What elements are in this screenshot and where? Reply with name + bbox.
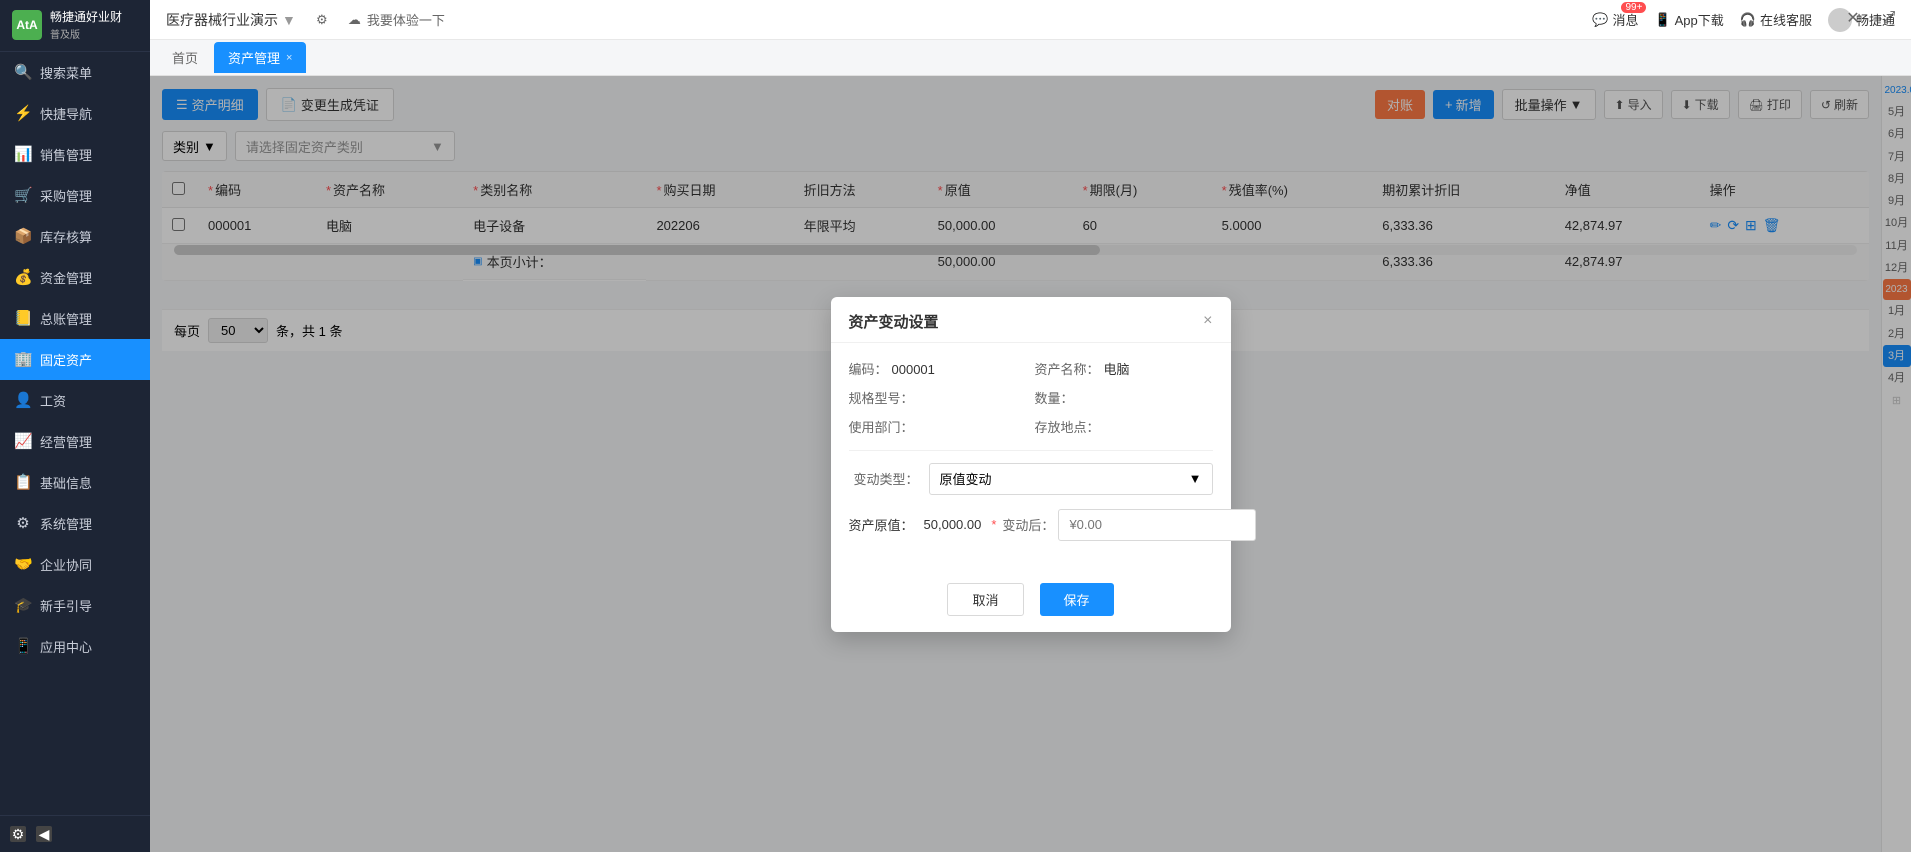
cancel-button[interactable]: 取消 bbox=[947, 583, 1023, 616]
content-area: ☰ 资产明细 📄 变更生成凭证 对账 + 新增 bbox=[150, 76, 1911, 852]
message-icon: 💬 bbox=[1592, 12, 1608, 28]
logo-title: 畅捷通好业财 bbox=[50, 10, 122, 26]
dialog-asset-name: 资产名称： 电脑 bbox=[1035, 359, 1213, 378]
dialog-close-button[interactable]: × bbox=[1203, 312, 1212, 330]
clipboard-icon: 📋 bbox=[14, 473, 32, 491]
sidebar-item-ledger[interactable]: 📒 总账管理 bbox=[0, 298, 150, 339]
sidebar-footer: ⚙ ◀ bbox=[0, 815, 150, 852]
app-logo: AtA 畅捷通好业财 普及版 bbox=[0, 0, 150, 52]
sidebar-item-app-center[interactable]: 📱 应用中心 bbox=[0, 626, 150, 667]
tab-home[interactable]: 首页 bbox=[158, 42, 212, 73]
sidebar-item-capital[interactable]: 💰 资金管理 bbox=[0, 257, 150, 298]
sidebar-item-system[interactable]: ⚙ 系统管理 bbox=[0, 503, 150, 544]
logo-icon: AtA bbox=[12, 10, 42, 40]
sidebar-item-inventory[interactable]: 📦 库存核算 bbox=[0, 216, 150, 257]
dialog-quantity: 数量： bbox=[1035, 388, 1213, 407]
sidebar: AtA 畅捷通好业财 普及版 🔍 搜索菜单 ⚡ 快捷导航 📊 销售管理 🛒 采购… bbox=[0, 0, 150, 852]
sidebar-item-basic-info[interactable]: 📋 基础信息 bbox=[0, 462, 150, 503]
change-type-field: 变动类型： 原值变动 ▼ bbox=[849, 463, 1213, 495]
collapse-button[interactable]: ◀ bbox=[36, 826, 52, 842]
sidebar-item-sales[interactable]: 📊 销售管理 bbox=[0, 134, 150, 175]
main-area: 医疗器械行业演示 ▼ ⚙ ☁ 我要体验一下 💬 消息 99+ 📱 App下载 bbox=[150, 0, 1911, 852]
change-type-select[interactable]: 原值变动 ▼ bbox=[929, 463, 1213, 495]
dialog-code: 编码： 000001 bbox=[849, 359, 1027, 378]
chart-icon: 📊 bbox=[14, 145, 32, 163]
close-button[interactable]: ✕ bbox=[1839, 4, 1867, 32]
dialog-location: 存放地点： bbox=[1035, 417, 1213, 436]
modal-overlay: 资产变动设置 × 编码： 000001 资产名称： 电脑 bbox=[150, 76, 1911, 852]
search-icon: 🔍 bbox=[14, 63, 32, 81]
app-icon: 📱 bbox=[14, 637, 32, 655]
dialog-body: 编码： 000001 资产名称： 电脑 规格型号： bbox=[831, 343, 1231, 573]
sidebar-item-quick-nav[interactable]: ⚡ 快捷导航 bbox=[0, 93, 150, 134]
dialog-department: 使用部门： bbox=[849, 417, 1027, 436]
dialog-divider bbox=[849, 450, 1213, 451]
dialog-footer: 取消 保存 bbox=[831, 573, 1231, 632]
box-icon: 📦 bbox=[14, 227, 32, 245]
experience-link[interactable]: ☁ 我要体验一下 bbox=[348, 10, 445, 29]
messages-button[interactable]: 💬 消息 99+ bbox=[1592, 10, 1638, 29]
service-icon: 🎧 bbox=[1740, 12, 1756, 28]
sidebar-item-salary[interactable]: 👤 工资 bbox=[0, 380, 150, 421]
book-icon: 📒 bbox=[14, 309, 32, 327]
person-icon: 👤 bbox=[14, 391, 32, 409]
ops-icon: 📈 bbox=[14, 432, 32, 450]
original-value-field: 资产原值： 50,000.00 * 变动后： bbox=[849, 509, 1213, 541]
money-icon: 💰 bbox=[14, 268, 32, 286]
building-icon: 🏢 bbox=[14, 350, 32, 368]
online-service-button[interactable]: 🎧 在线客服 bbox=[1740, 10, 1812, 29]
guide-icon: 🎓 bbox=[14, 596, 32, 614]
sidebar-nav: 🔍 搜索菜单 ⚡ 快捷导航 📊 销售管理 🛒 采购管理 📦 库存核算 💰 bbox=[0, 52, 150, 815]
cloud-icon: ☁ bbox=[348, 12, 361, 28]
maximize-button[interactable]: ⤢ bbox=[1875, 4, 1903, 32]
dialog-title: 资产变动设置 bbox=[849, 311, 939, 332]
logo-sub: 普及版 bbox=[50, 26, 122, 41]
window-controls: ✕ ⤢ bbox=[1831, 0, 1911, 36]
chevron-down-icon: ▼ bbox=[1189, 471, 1202, 486]
sidebar-item-enterprise[interactable]: 🤝 企业协同 bbox=[0, 544, 150, 585]
sidebar-item-fixed-assets[interactable]: 🏢 固定资产 bbox=[0, 339, 150, 380]
message-count: 99+ bbox=[1621, 2, 1646, 13]
save-button[interactable]: 保存 bbox=[1040, 583, 1114, 616]
required-marker: * bbox=[991, 517, 996, 532]
app-download-button[interactable]: 📱 App下载 bbox=[1654, 10, 1723, 29]
topbar: 医疗器械行业演示 ▼ ⚙ ☁ 我要体验一下 💬 消息 99+ 📱 App下载 bbox=[150, 0, 1911, 40]
tab-bar: 首页 资产管理 × bbox=[150, 40, 1911, 76]
flash-icon: ⚡ bbox=[14, 104, 32, 122]
company-name[interactable]: 医疗器械行业演示 ▼ bbox=[166, 10, 296, 30]
tab-asset-management[interactable]: 资产管理 × bbox=[214, 42, 306, 73]
after-change-field: * 变动后： bbox=[991, 509, 1256, 541]
settings-icon[interactable]: ⚙ bbox=[308, 6, 336, 34]
dropdown-icon: ▼ bbox=[282, 12, 296, 28]
download-icon: 📱 bbox=[1654, 12, 1670, 28]
dialog-info-grid: 编码： 000001 资产名称： 电脑 规格型号： bbox=[849, 359, 1213, 436]
gear-icon: ⚙ bbox=[14, 514, 32, 532]
cart-icon: 🛒 bbox=[14, 186, 32, 204]
sidebar-item-guide[interactable]: 🎓 新手引导 bbox=[0, 585, 150, 626]
tab-close-icon[interactable]: × bbox=[286, 52, 292, 64]
asset-change-dialog: 资产变动设置 × 编码： 000001 资产名称： 电脑 bbox=[831, 297, 1231, 632]
settings-button[interactable]: ⚙ bbox=[10, 826, 26, 842]
sidebar-item-purchase[interactable]: 🛒 采购管理 bbox=[0, 175, 150, 216]
after-change-input[interactable] bbox=[1058, 509, 1256, 541]
dialog-spec: 规格型号： bbox=[849, 388, 1027, 407]
dialog-header: 资产变动设置 × bbox=[831, 297, 1231, 343]
handshake-icon: 🤝 bbox=[14, 555, 32, 573]
sidebar-item-operations[interactable]: 📈 经营管理 bbox=[0, 421, 150, 462]
sidebar-item-search[interactable]: 🔍 搜索菜单 bbox=[0, 52, 150, 93]
